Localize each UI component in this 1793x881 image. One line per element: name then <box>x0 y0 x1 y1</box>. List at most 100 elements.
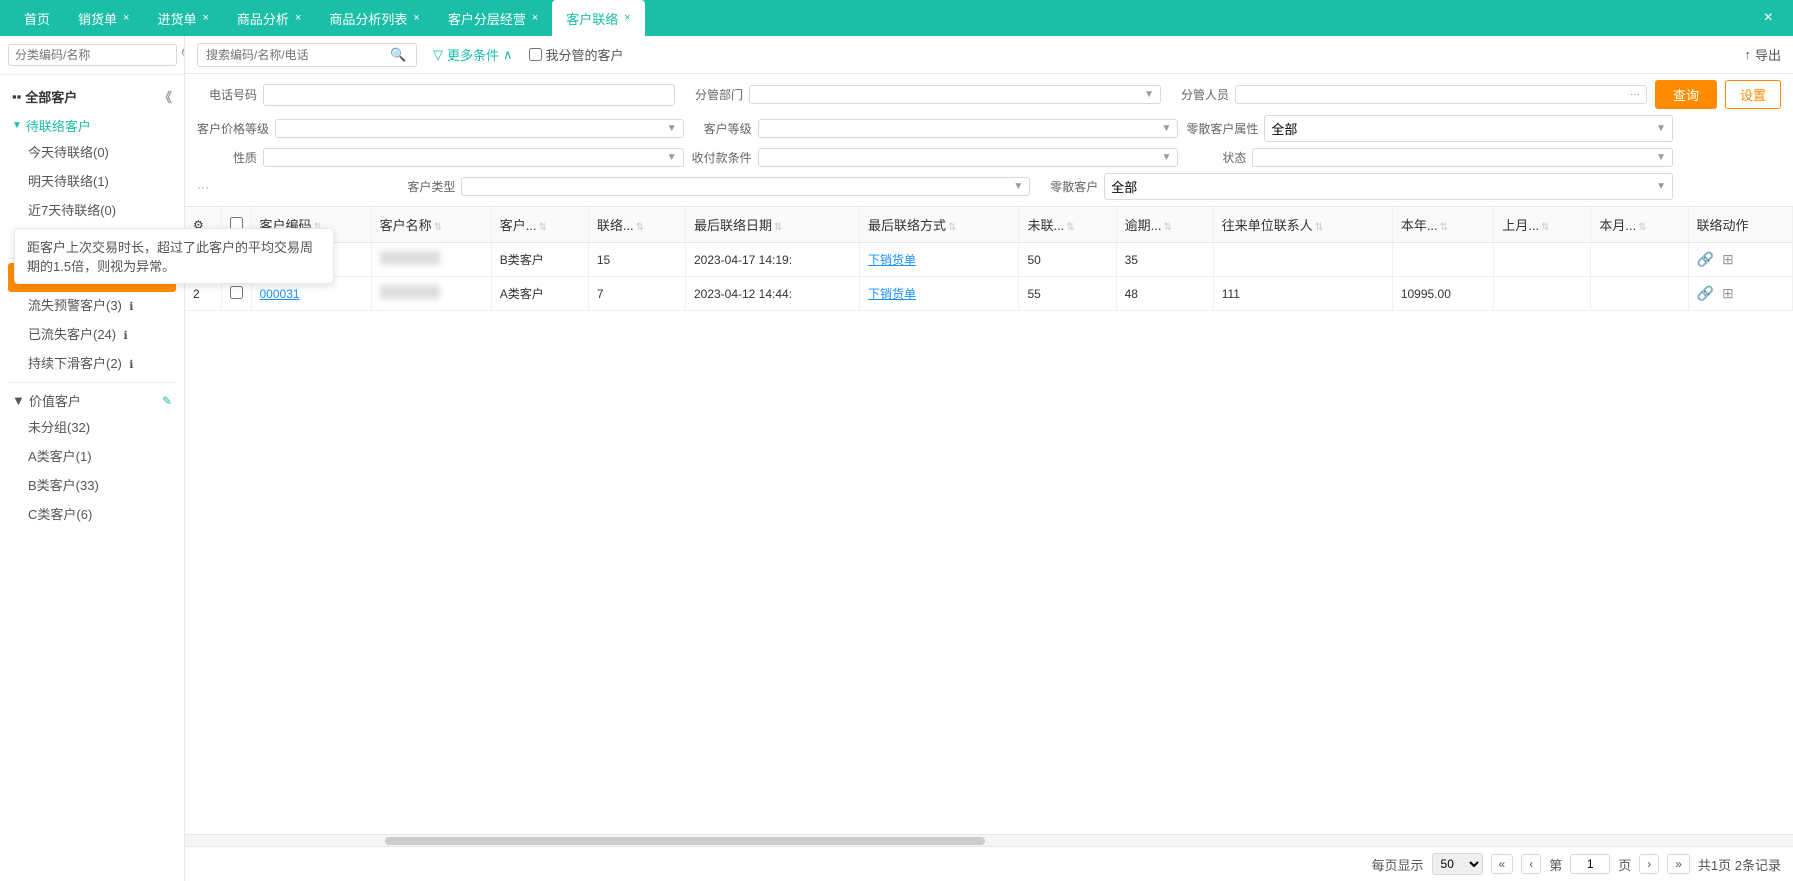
grid-icon: ▪▪ <box>12 89 21 104</box>
filter-area: 电话号码 分管部门 ▼ 分管人员 ··· 查询 设置 <box>185 74 1793 207</box>
gender-select[interactable]: ▼ <box>263 148 684 167</box>
row2-grid-icon[interactable]: ⊞ <box>1722 285 1734 302</box>
customer-type-label: 客户类型 <box>395 178 455 195</box>
search-icon[interactable]: 🔍 <box>390 47 406 63</box>
table-row: 1 000039 B类客户 15 2023-04-17 14:19: 下销货单 … <box>185 243 1793 277</box>
row2-action-icons: 🔗 ⊞ <box>1697 285 1784 302</box>
filter-row-2: 客户价格等级 ▼ 客户等级 ▼ 零散客户属性 全部▼ <box>197 115 1781 142</box>
last-page-button[interactable]: » <box>1667 854 1690 874</box>
nav-product-analysis[interactable]: 商品分析 × <box>223 0 315 36</box>
sidebar-item-ungroup[interactable]: 未分组(32) <box>8 414 176 443</box>
sidebar-item-tomorrow-pending[interactable]: 明天待联络(1) <box>8 168 176 197</box>
row2-link-icon[interactable]: 🔗 <box>1697 285 1714 302</box>
retail-attr-label: 零散客户属性 <box>1186 120 1258 137</box>
setting-button[interactable]: 设置 <box>1725 80 1781 109</box>
lost-preview-info-icon: ℹ <box>129 301 133 313</box>
first-page-button[interactable]: « <box>1491 854 1514 874</box>
close-product-analysis-icon[interactable]: × <box>295 12 301 24</box>
next-page-button[interactable]: › <box>1639 854 1659 874</box>
retail-attr-field: 零散客户属性 全部▼ <box>1186 115 1673 142</box>
repurchase-tooltip: 距客户上次交易时长，超过了此客户的平均交易周期的1.5倍，则视为异常。 <box>14 228 334 284</box>
nav-home[interactable]: 首页 <box>10 0 64 36</box>
row1-contact: 15 <box>588 243 685 277</box>
value-group-header[interactable]: ▼ 价值客户 ✎ <box>8 387 176 414</box>
row1-last-contact-way[interactable]: 下销货单 <box>860 243 1019 277</box>
row1-grid-icon[interactable]: ⊞ <box>1722 251 1734 268</box>
phone-input[interactable] <box>263 84 675 106</box>
table-row: 2 000031 A类客户 7 2023-04-12 14:44: 下销货单 5… <box>185 277 1793 311</box>
price-grade-select[interactable]: ▼ <box>275 119 684 138</box>
customer-table: ⚙ 客户编码⇅ 客户名称⇅ 客户...⇅ 联络...⇅ 最后联络日期⇅ 最后联络… <box>185 207 1793 311</box>
customer-type-select[interactable]: ▼ <box>461 177 1030 196</box>
query-button[interactable]: 查询 <box>1655 80 1717 109</box>
close-product-analysis-list-icon[interactable]: × <box>413 12 419 24</box>
page-label: 第 <box>1549 855 1562 874</box>
all-customers-title: ▪▪ 全部客户 《 <box>8 81 176 112</box>
pending-group-title[interactable]: ▼ 待联络客户 <box>8 112 176 139</box>
row2-overdue: 48 <box>1116 277 1213 311</box>
pending-arrow-icon: ▼ <box>12 120 22 131</box>
export-button[interactable]: ↑ 导出 <box>1744 45 1781 64</box>
filter-icon: ▽ <box>433 47 443 63</box>
nav-product-analysis-list[interactable]: 商品分析列表 × <box>315 0 433 36</box>
customer-grade-select[interactable]: ▼ <box>758 119 1179 138</box>
row2-last-contact-way[interactable]: 下销货单 <box>860 277 1019 311</box>
status-select[interactable]: ▼ <box>1252 148 1673 167</box>
close-customer-contact-icon[interactable]: × <box>624 12 630 24</box>
prev-page-button[interactable]: ‹ <box>1521 854 1541 874</box>
nav-purchase[interactable]: 进货单 × <box>143 0 222 36</box>
page-input[interactable] <box>1570 854 1610 874</box>
sidebar-item-lost-preview[interactable]: 流失预警客户(3) ℹ <box>8 292 176 321</box>
scrollbar-thumb[interactable] <box>385 837 985 845</box>
filter-more-icon[interactable]: ··· <box>197 180 209 194</box>
more-filter-button[interactable]: ▽ 更多条件 ∧ <box>425 42 521 67</box>
row2-action: 🔗 ⊞ <box>1688 277 1792 311</box>
row1-unreached: 50 <box>1019 243 1116 277</box>
toolbar: 🔍 ▽ 更多条件 ∧ 我分管的客户 ↑ 导出 <box>185 36 1793 74</box>
close-sales-icon[interactable]: × <box>123 12 129 24</box>
customer-grade-field: 客户等级 ▼ <box>692 119 1179 138</box>
window-close-button[interactable]: × <box>1754 9 1783 27</box>
collapse-sidebar-button[interactable]: 《 <box>159 87 172 106</box>
filter-arrow-icon: ∧ <box>503 47 513 63</box>
manager-field: 分管人员 ··· <box>1169 85 1647 104</box>
sidebar-item-type-c[interactable]: C类客户(6) <box>8 501 176 530</box>
row1-type: B类客户 <box>491 243 588 277</box>
row1-link-icon[interactable]: 🔗 <box>1697 251 1714 268</box>
col-type-header: 客户...⇅ <box>491 207 588 243</box>
per-page-select[interactable]: 50 100 200 <box>1432 853 1483 875</box>
payment-select[interactable]: ▼ <box>758 148 1179 167</box>
retail-attr-select[interactable]: 全部▼ <box>1264 115 1673 142</box>
close-customer-segment-icon[interactable]: × <box>532 12 538 24</box>
sidebar-item-today-pending[interactable]: 今天待联络(0) <box>8 139 176 168</box>
row1-last-contact-date: 2023-04-17 14:19: <box>685 243 859 277</box>
nav-customer-segment[interactable]: 客户分层经营 × <box>434 0 552 36</box>
phone-field: 电话号码 <box>197 84 675 106</box>
dept-select[interactable]: ▼ <box>749 85 1161 104</box>
my-customer-checkbox-wrap: 我分管的客户 <box>529 45 624 64</box>
col-this-month-header: 本月...⇅ <box>1591 207 1688 243</box>
sidebar: 🔍 ▪▪ 全部客户 《 ▼ 待联络客户 今天待联络(0) 明天待联络(1) 近7… <box>0 36 185 881</box>
manager-select[interactable]: ··· <box>1235 85 1647 104</box>
nav-customer-contact[interactable]: 客户联络 × <box>552 0 644 36</box>
sidebar-item-type-a[interactable]: A类客户(1) <box>8 443 176 472</box>
search-input[interactable] <box>206 48 386 62</box>
value-arrow-icon: ▼ <box>12 393 25 408</box>
sidebar-item-lost[interactable]: 已流失客户(24) ℹ <box>8 321 176 350</box>
row2-name[interactable] <box>371 277 491 311</box>
horizontal-scrollbar[interactable] <box>185 834 1793 846</box>
col-unit-contact-header: 往来单位联系人⇅ <box>1213 207 1392 243</box>
value-group-edit-icon[interactable]: ✎ <box>162 394 172 408</box>
phone-label: 电话号码 <box>197 86 257 103</box>
search-wrap: 🔍 <box>197 43 417 67</box>
row2-select-checkbox[interactable] <box>230 286 243 299</box>
row1-name[interactable] <box>371 243 491 277</box>
sidebar-item-7days-pending[interactable]: 近7天待联络(0) <box>8 197 176 226</box>
category-search-input[interactable] <box>8 44 177 66</box>
sidebar-item-sliding-down[interactable]: 持续下滑客户(2) ℹ <box>8 350 176 379</box>
nav-sales[interactable]: 销货单 × <box>64 0 143 36</box>
my-customer-checkbox[interactable] <box>529 48 542 61</box>
retail-customer-select[interactable]: 全部▼ <box>1104 173 1673 200</box>
sidebar-item-type-b[interactable]: B类客户(33) <box>8 472 176 501</box>
close-purchase-icon[interactable]: × <box>202 12 208 24</box>
